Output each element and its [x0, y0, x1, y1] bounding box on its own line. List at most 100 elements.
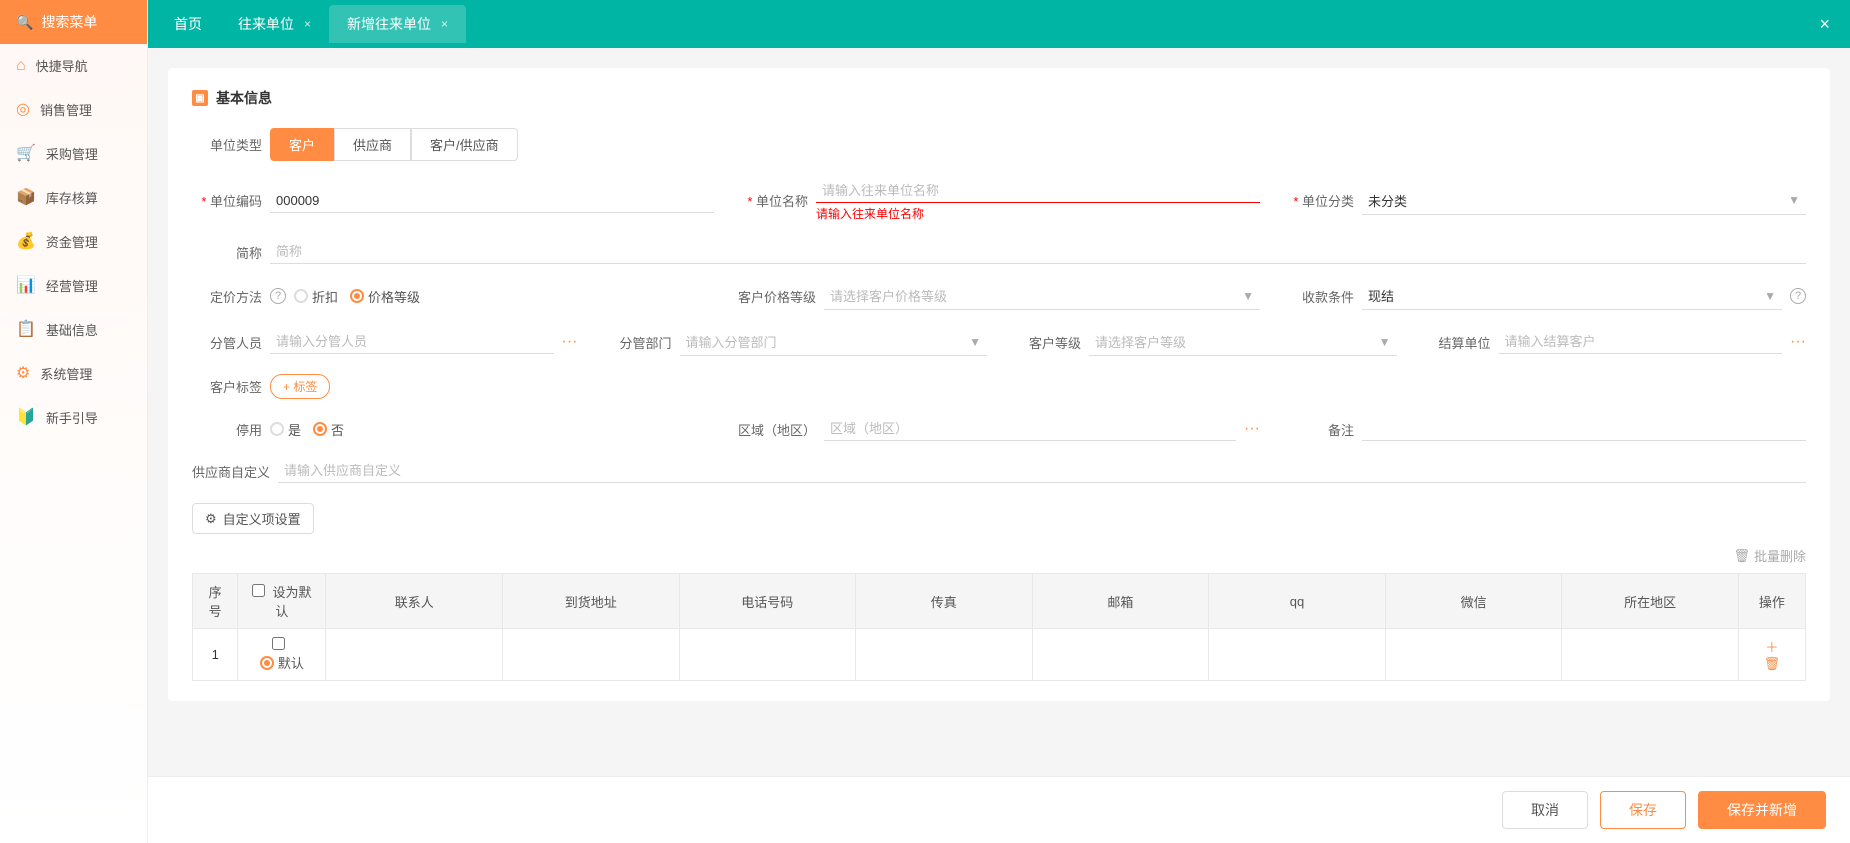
sidebar-item-operations[interactable]: 📊 经营管理: [0, 263, 147, 307]
col-phone: 电话号码: [679, 574, 856, 629]
unit-type-supplier-btn[interactable]: 供应商: [334, 128, 411, 161]
save-new-button[interactable]: 保存并新增: [1698, 791, 1826, 829]
default-radio-item[interactable]: 默认: [260, 653, 304, 672]
sidebar-item-basic-info[interactable]: 📋 基础信息: [0, 307, 147, 351]
content-area: ▣ 基本信息 单位类型 客户 供应商 客户/供应商: [148, 48, 1850, 776]
qq-input[interactable]: [1219, 647, 1375, 662]
card-title-text: 基本信息: [216, 88, 272, 108]
region-table-input[interactable]: [1572, 647, 1728, 662]
window-close-button[interactable]: ×: [1807, 14, 1842, 35]
unit-category-select[interactable]: 未分类 ▼: [1362, 187, 1806, 215]
manager-input[interactable]: [270, 330, 554, 354]
chevron-down-icon5: ▼: [1379, 335, 1391, 349]
save-button[interactable]: 保存: [1600, 791, 1686, 829]
lower-section: ⚙ 自定义项设置 🗑 批量删除 序号: [192, 503, 1806, 681]
inventory-icon: 📦: [16, 187, 36, 207]
contact-input[interactable]: [336, 647, 492, 662]
sidebar-item-label: 系统管理: [40, 364, 92, 383]
sidebar-item-purchase[interactable]: 🛒 采购管理: [0, 131, 147, 175]
unit-name-group: 单位名称 请输入往来单位名称: [738, 179, 1260, 222]
region-more-icon[interactable]: ···: [1244, 420, 1260, 438]
select-all-checkbox[interactable]: [252, 584, 265, 597]
customer-price-level-group: 客户价格等级 请选择客户价格等级 ▼: [738, 282, 1260, 310]
level-label: 价格等级: [368, 287, 420, 306]
chevron-down-icon2: ▼: [1242, 289, 1254, 303]
supplier-custom-group: 供应商自定义: [192, 459, 1806, 483]
fax-input[interactable]: [866, 647, 1022, 662]
disabled-no-label: 否: [331, 420, 344, 439]
email-input[interactable]: [1043, 647, 1199, 662]
unit-code-input[interactable]: [270, 189, 714, 213]
level-radio-circle: [350, 289, 364, 303]
cell-phone[interactable]: [679, 629, 856, 681]
customer-price-level-select[interactable]: 请选择客户价格等级 ▼: [824, 282, 1260, 310]
disabled-label: 停用: [192, 420, 262, 439]
payment-help-icon[interactable]: ?: [1790, 288, 1806, 304]
table-toolbar: 🗑 批量删除: [192, 546, 1806, 565]
pricing-radio-group: 折扣 价格等级: [294, 287, 420, 306]
sidebar-item-label: 经营管理: [46, 276, 98, 295]
tab-partners[interactable]: 往来单位 ×: [220, 5, 329, 43]
sidebar-item-guide[interactable]: 🔰 新手引导: [0, 395, 147, 439]
settlement-input[interactable]: [1499, 330, 1783, 354]
col-email: 邮箱: [1032, 574, 1209, 629]
tab-partners-close[interactable]: ×: [304, 17, 311, 31]
add-tag-button[interactable]: + 标签: [270, 374, 330, 399]
sidebar-item-quick-nav[interactable]: ⌂ 快捷导航: [0, 44, 147, 87]
cancel-button[interactable]: 取消: [1502, 791, 1588, 829]
cell-address[interactable]: [502, 629, 679, 681]
settlement-more-icon[interactable]: ···: [1790, 333, 1806, 351]
customer-level-label: 客户等级: [1011, 333, 1081, 352]
cell-email[interactable]: [1032, 629, 1209, 681]
chevron-down-icon: ▼: [1788, 193, 1800, 207]
custom-settings-button[interactable]: ⚙ 自定义项设置: [192, 503, 314, 534]
tags-row: 客户标签 + 标签: [192, 374, 1806, 399]
search-menu-label: 搜索菜单: [41, 12, 97, 32]
tab-home[interactable]: 首页: [156, 5, 220, 43]
discount-label: 折扣: [312, 287, 338, 306]
cell-qq[interactable]: [1209, 629, 1386, 681]
unit-name-input[interactable]: [816, 179, 1260, 203]
sidebar-item-system[interactable]: ⚙ 系统管理: [0, 351, 147, 395]
manager-more-icon[interactable]: ···: [562, 333, 578, 351]
add-row-icon[interactable]: ＋: [1765, 640, 1778, 655]
batch-delete-button[interactable]: 🗑 批量删除: [1733, 546, 1806, 565]
col-default: 设为默认: [238, 574, 326, 629]
unit-type-customer-btn[interactable]: 客户: [270, 128, 334, 161]
pricing-discount-radio[interactable]: 折扣: [294, 287, 338, 306]
cell-fax[interactable]: [856, 629, 1033, 681]
department-group: 分管部门 请输入分管部门 ▼: [602, 328, 988, 356]
disabled-no-radio[interactable]: 否: [313, 420, 344, 439]
sidebar-item-inventory[interactable]: 📦 库存核算: [0, 175, 147, 219]
delete-row-icon[interactable]: 🗑: [1764, 656, 1781, 671]
payment-terms-select[interactable]: 现结 ▼: [1362, 282, 1782, 310]
wechat-input[interactable]: [1396, 647, 1552, 662]
cell-region[interactable]: [1562, 629, 1739, 681]
cell-seq: 1: [193, 629, 238, 681]
cell-action: ＋ 🗑: [1738, 629, 1805, 681]
department-select[interactable]: 请输入分管部门 ▼: [680, 328, 988, 356]
tab-new-partner-close[interactable]: ×: [441, 17, 448, 31]
row-checkbox[interactable]: [272, 637, 285, 650]
supplier-custom-input[interactable]: [278, 459, 1806, 483]
cell-wechat[interactable]: [1385, 629, 1562, 681]
search-menu-button[interactable]: 🔍 搜索菜单: [0, 0, 147, 44]
sidebar-item-sales[interactable]: ◎ 销售管理: [0, 87, 147, 131]
tab-new-partner[interactable]: 新增往来单位 ×: [329, 5, 466, 43]
cell-contact[interactable]: [326, 629, 503, 681]
phone-input[interactable]: [690, 647, 846, 662]
sidebar-item-finance[interactable]: 💰 资金管理: [0, 219, 147, 263]
unit-type-both-btn[interactable]: 客户/供应商: [411, 128, 518, 161]
address-input[interactable]: [513, 647, 669, 662]
region-group: 区域（地区） ···: [738, 417, 1260, 441]
manager-row: 分管人员 ··· 分管部门 请输入分管部门 ▼ 客户等级: [192, 328, 1806, 356]
customer-level-select[interactable]: 请选择客户等级 ▼: [1089, 328, 1397, 356]
notes-input[interactable]: [1362, 417, 1806, 441]
disabled-yes-radio[interactable]: 是: [270, 420, 301, 439]
region-input[interactable]: [824, 417, 1236, 441]
form-section: 单位类型 客户 供应商 客户/供应商 单位编码: [192, 128, 1806, 483]
alias-input[interactable]: [270, 240, 1806, 264]
sidebar-item-label: 资金管理: [46, 232, 98, 251]
pricing-help-icon[interactable]: ?: [270, 288, 286, 304]
pricing-level-radio[interactable]: 价格等级: [350, 287, 420, 306]
